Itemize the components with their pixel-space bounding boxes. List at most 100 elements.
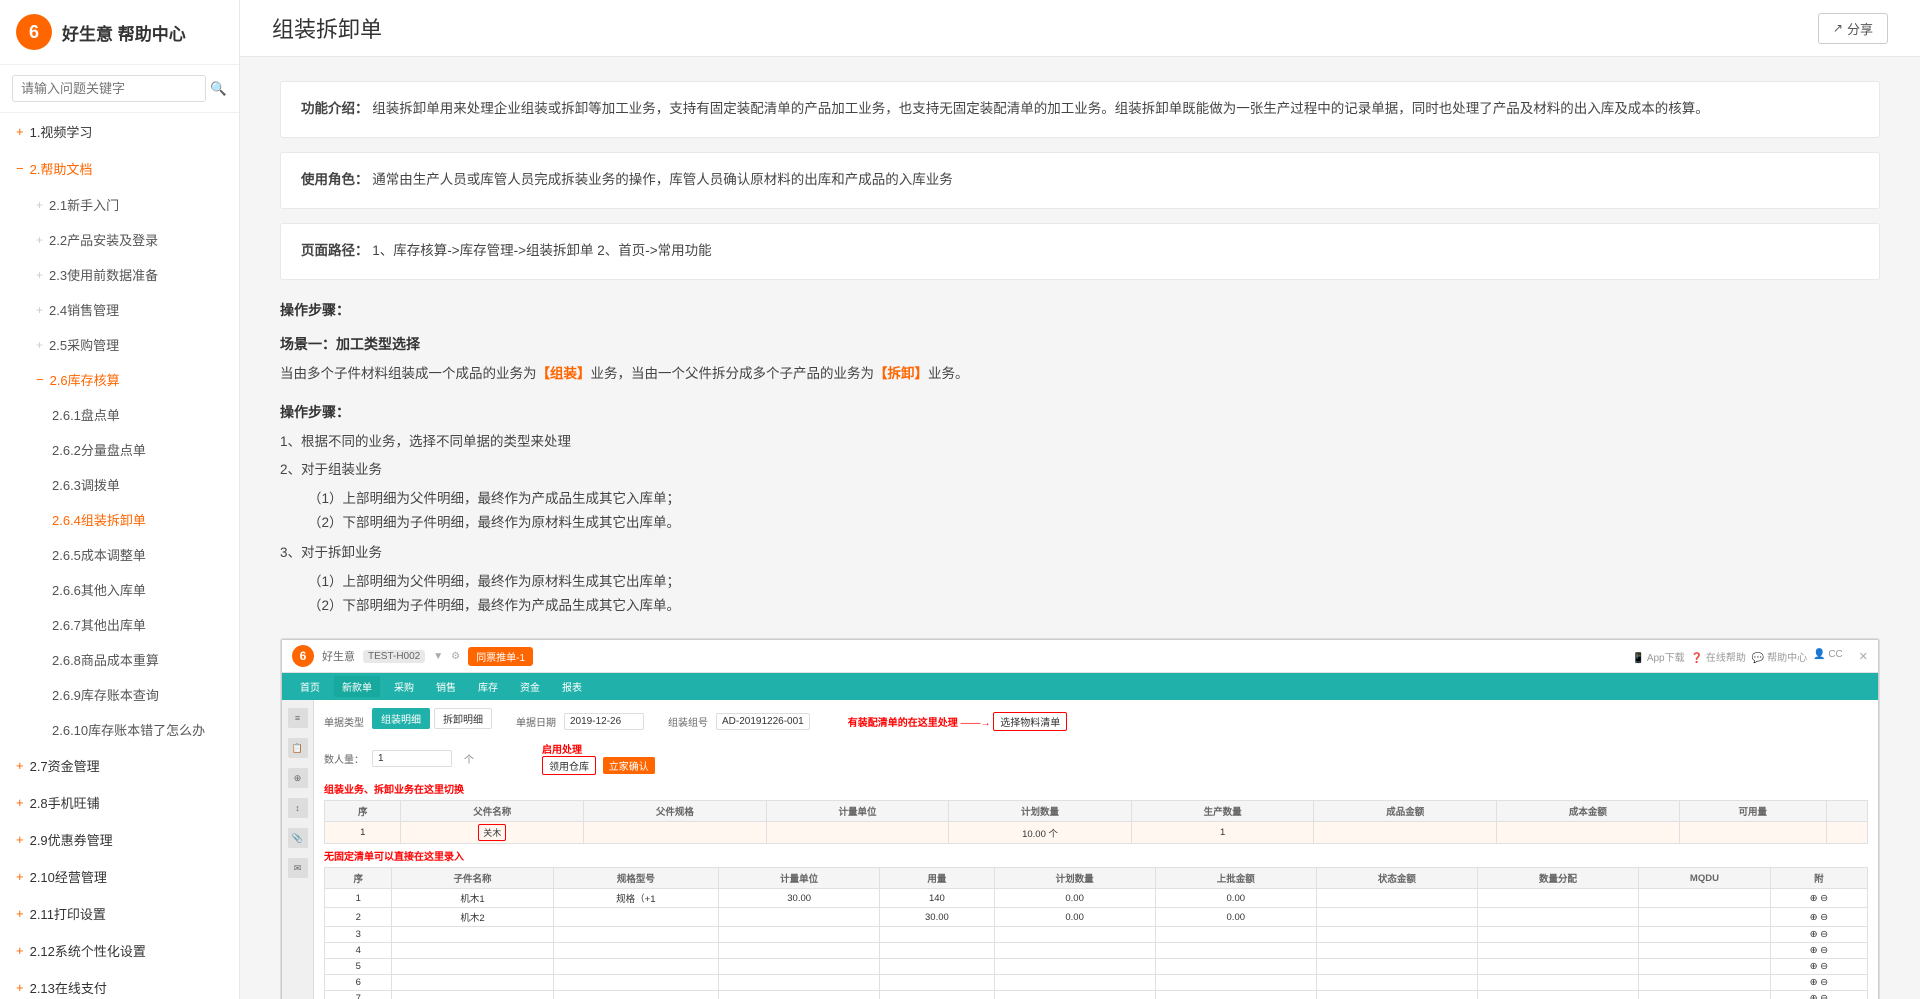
search-button[interactable]: 🔍 — [210, 81, 227, 97]
sidebar-child-splitstock[interactable]: 2.6.2分量盘点单 — [0, 432, 239, 467]
sidebar-item-label: 2.9优惠券管理 — [30, 830, 113, 849]
fake-app: 6 好生意 TEST-H002 ▼ ⚙ 同票推单-1 📱 App下载 ❓ 在线帮… — [281, 639, 1879, 999]
col2-child-name: 子件名称 — [392, 868, 553, 889]
sidebar-child-sales[interactable]: +2.4销售管理 — [0, 292, 239, 327]
sidebar: 6 好生意 帮助中心 🔍 + 1.视频学习 − 2.帮助文档 +2.1新手入门 … — [0, 0, 240, 999]
fake-form-row-1: 单据类型 组装明细 拆卸明细 单据日期 2019-12-26 — [324, 708, 1868, 735]
sidebar-child-newbie[interactable]: +2.1新手入门 — [0, 187, 239, 222]
app-logo: 6 — [16, 14, 52, 50]
orange-btn[interactable]: 同票推单-1 — [468, 647, 533, 666]
sidebar-item-finance[interactable]: + 2.7资金管理 — [0, 747, 239, 784]
fake-nav-inventory[interactable]: 库存 — [470, 676, 506, 697]
table2-row-4: 4 — [325, 943, 1868, 959]
plus-icon: + — [16, 758, 24, 773]
col2-seq: 序 — [325, 868, 392, 889]
nav-section: + 1.视频学习 − 2.帮助文档 +2.1新手入门 +2.2产品安装及登录 +… — [0, 113, 239, 999]
sidebar-icon-1: ≡ — [288, 708, 308, 728]
role-block: 使用角色： 通常由生产人员或库管人员完成拆装业务的操作，库管人员确认原材料的出库… — [280, 152, 1880, 209]
confirm-btn[interactable]: 立家确认 — [603, 757, 655, 774]
fake-nav-home[interactable]: 首页 — [292, 676, 328, 697]
type-selector-wrapper: 组装明细 拆卸明细 — [372, 708, 492, 735]
plus-icon: + — [16, 795, 24, 810]
sidebar-child-otheroutbound[interactable]: 2.6.7其他出库单 — [0, 607, 239, 642]
share-button[interactable]: ↗ 分享 — [1818, 13, 1888, 44]
col2-status-amt: 状态金额 — [1316, 868, 1477, 889]
sidebar-item-video[interactable]: + 1.视频学习 — [0, 113, 239, 150]
sidebar-child-data[interactable]: +2.3使用前数据准备 — [0, 257, 239, 292]
type-btn-assembly[interactable]: 组装明细 — [372, 708, 430, 729]
col-product-amount: 成品金额 — [1314, 801, 1497, 822]
step3-sub2: （2）下部明细为子件明细，最终作为产成品生成其它入库单。 — [308, 594, 1880, 618]
sidebar-child-assembly[interactable]: 2.6.4组装拆卸单 — [0, 502, 239, 537]
ops-steps-label: 操作步骤： — [280, 402, 1880, 422]
sidebar-icon-5: 📎 — [288, 828, 308, 848]
search-input[interactable] — [12, 75, 206, 102]
sidebar-icon-3: ⊕ — [288, 768, 308, 788]
cell-parent-name: 关木 — [401, 822, 584, 844]
cell-prod-qty: 1 — [1131, 822, 1314, 844]
main-content: 组装拆卸单 ↗ 分享 功能介绍： 组装拆卸单用来处理企业组装或拆卸等加工业务，支… — [240, 0, 1920, 999]
path-text: 1、库存核算->库存管理->组装拆卸单 2、首页->常用功能 — [372, 243, 711, 258]
fake-nav-purchase[interactable]: 采购 — [386, 676, 422, 697]
share-icon: ↗ — [1833, 21, 1843, 35]
annotation-label-1: 有装配清单的在这里处理 — [848, 718, 958, 729]
sidebar-item-onlinepay[interactable]: + 2.13在线支付 — [0, 969, 239, 999]
fake-app-name: 好生意 — [322, 648, 355, 664]
child-plus-icon: + — [36, 303, 43, 317]
sidebar-child-purchase[interactable]: +2.5采购管理 — [0, 327, 239, 362]
annotation-label-3: 启用处理 — [542, 745, 582, 756]
plus-icon: + — [16, 943, 24, 958]
cell-seq: 1 — [325, 822, 401, 844]
scenario1-desc: 当由多个子件材料组装成一个成品的业务为【组装】业务，当由一个父件拆分成多个子产品… — [280, 362, 1880, 386]
fake-nav-new[interactable]: 新款单 — [334, 676, 380, 697]
sidebar-item-label: 2.12系统个性化设置 — [30, 941, 146, 960]
sidebar-child-stockcheck[interactable]: 2.6.9库存账本查询 — [0, 677, 239, 712]
sidebar-child-otherinbound[interactable]: 2.6.6其他入库单 — [0, 572, 239, 607]
table2-row-5: 5 — [325, 959, 1868, 975]
scenario1-title: 场景一：加工类型选择 — [280, 334, 1880, 354]
step2-sub1: （1）上部明细为父件明细，最终作为产成品生成其它入库单； — [308, 487, 1880, 511]
fake-nav-finance[interactable]: 资金 — [512, 676, 548, 697]
form-label-date: 单据日期 — [516, 714, 556, 729]
fake-app-sidebar: ≡ 📋 ⊕ ↕ 📎 ✉ — [282, 700, 314, 999]
sidebar-child-costadjust[interactable]: 2.6.5成本调整单 — [0, 537, 239, 572]
form-date-value: 2019-12-26 — [564, 713, 644, 730]
annotation-label-4: 无固定清单可以直接在这里录入 — [324, 848, 1868, 863]
cell-avail — [1679, 822, 1826, 844]
sidebar-item-coupon[interactable]: + 2.9优惠券管理 — [0, 821, 239, 858]
annotation-wrapper-3: 启用处理 领用仓库 立家确认 — [542, 741, 655, 775]
child-plus-icon: + — [36, 338, 43, 352]
topbar: 组装拆卸单 ↗ 分享 — [240, 0, 1920, 57]
sidebar-item-label: 1.视频学习 — [30, 122, 93, 141]
role-text: 通常由生产人员或库管人员完成拆装业务的操作，库管人员确认原材料的出库和产成品的入… — [372, 172, 953, 187]
intro-text: 组装拆卸单用来处理企业组装或拆卸等加工业务，支持有固定装配清单的产品加工业务，也… — [372, 101, 1709, 116]
fake-nav-sales[interactable]: 销售 — [428, 676, 464, 697]
col2-spec: 规格型号 — [553, 868, 719, 889]
sidebar-item-sysconfig[interactable]: + 2.12系统个性化设置 — [0, 932, 239, 969]
sidebar-item-docs[interactable]: − 2.帮助文档 — [0, 150, 239, 187]
col-available: 可用量 — [1679, 801, 1826, 822]
annotated-field-3: 领用仓库 — [542, 756, 596, 775]
sidebar-child-install[interactable]: +2.2产品安装及登录 — [0, 222, 239, 257]
annotated-field-1: 选择物料清单 — [993, 712, 1067, 731]
sidebar-item-mobile[interactable]: + 2.8手机旺铺 — [0, 784, 239, 821]
sidebar-child-stockerror[interactable]: 2.6.10库存账本错了怎么办 — [0, 712, 239, 747]
sidebar-child-goodscost[interactable]: 2.6.8商品成本重算 — [0, 642, 239, 677]
form-qty-value: 1 — [372, 750, 452, 767]
sidebar-item-ops[interactable]: + 2.10经营管理 — [0, 858, 239, 895]
cell-cost-amt — [1497, 822, 1680, 844]
sidebar-child-stocktake[interactable]: 2.6.1盘点单 — [0, 397, 239, 432]
col2-attach: 附 — [1770, 868, 1867, 889]
search-box: 🔍 — [0, 65, 239, 113]
fake-app-nav: 首页 新款单 采购 销售 库存 资金 报表 — [282, 673, 1878, 700]
sidebar-item-print[interactable]: + 2.11打印设置 — [0, 895, 239, 932]
sidebar-child-transfer[interactable]: 2.6.3调拨单 — [0, 467, 239, 502]
table2-row-6: 6 — [325, 975, 1868, 991]
role-label: 使用角色： — [301, 172, 369, 187]
sidebar-child-inventory[interactable]: −2.6库存核算 — [0, 362, 239, 397]
table2-row-3: 3 — [325, 927, 1868, 943]
sidebar-item-label: 2.帮助文档 — [30, 159, 93, 178]
sidebar-icon-6: ✉ — [288, 858, 308, 878]
type-btn-disassembly[interactable]: 拆卸明细 — [434, 708, 492, 729]
fake-nav-report[interactable]: 报表 — [554, 676, 590, 697]
